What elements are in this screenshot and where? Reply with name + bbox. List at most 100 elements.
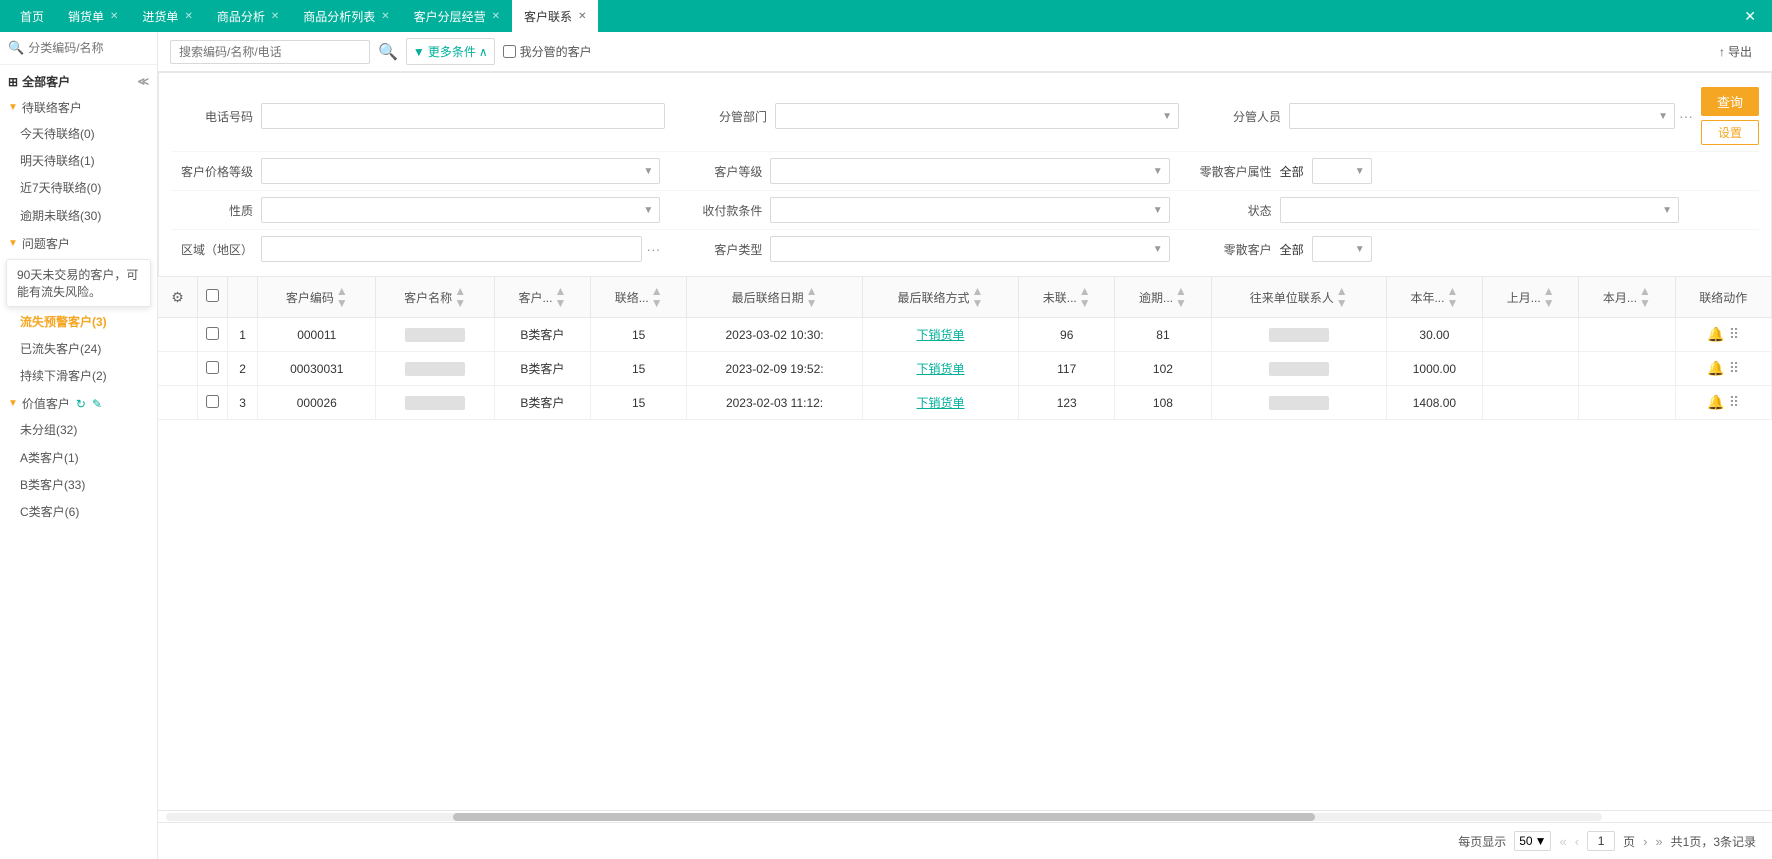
sidebar-group-problem[interactable]: ▼ 问题客户 [0,230,157,257]
th-last-way[interactable]: 最后联络方式▲▼ [862,277,1018,318]
nature-select[interactable]: ▼ [261,197,660,223]
sidebar-all-customers-header[interactable]: ⊞ 全部客户 ≪ [0,65,157,94]
th-type[interactable]: 客户...▲▼ [494,277,590,318]
th-overdue[interactable]: 逾期...▲▼ [1115,277,1211,318]
action-contact-icon[interactable]: 🔔 [1707,394,1724,411]
scrollbar-thumb[interactable] [453,813,1315,821]
row-checkbox[interactable] [206,361,219,374]
th-code[interactable]: 客户编码▲▼ [258,277,376,318]
close-analysis-icon[interactable]: ✕ [271,11,279,22]
close-sales-icon[interactable]: ✕ [110,11,118,22]
sidebar-item-ungrouped[interactable]: 未分组(32) [0,417,157,444]
sort-name-icon[interactable]: ▲▼ [454,285,466,309]
last-way-link[interactable]: 下销货单 [916,396,964,410]
close-analysis-list-icon[interactable]: ✕ [381,11,389,22]
th-uncontacted[interactable]: 未联...▲▼ [1019,277,1115,318]
sidebar-item-today[interactable]: 今天待联络(0) [0,121,157,148]
sidebar-item-churned[interactable]: 已流失客户(24) [0,336,157,363]
sidebar-group-pending[interactable]: ▼ 待联络客户 [0,94,157,121]
sort-tmonth-icon[interactable]: ▲▼ [1639,285,1651,309]
action-more-icon[interactable]: ⠿ [1729,326,1739,343]
phone-input[interactable] [261,103,665,129]
my-customers-checkbox-label[interactable]: 我分管的客户 [503,43,592,60]
manager-select[interactable]: ▼ [1289,103,1675,129]
region-more-icon[interactable]: ··· [646,241,660,257]
row-checkbox-cell[interactable] [198,318,228,352]
nav-analysis-list[interactable]: 商品分析列表 ✕ [291,0,401,32]
sort-code-icon[interactable]: ▲▼ [336,285,348,309]
search-input[interactable] [170,40,370,64]
close-customer-tier-icon[interactable]: ✕ [492,11,500,22]
th-last-month[interactable]: 上月...▲▼ [1483,277,1579,318]
customer-level-select[interactable]: ▼ [770,158,1169,184]
sort-contacts-icon[interactable]: ▲▼ [651,285,663,309]
horizontal-scrollbar[interactable] [158,810,1772,822]
th-gear[interactable]: ⚙ [158,277,198,318]
th-checkbox[interactable] [198,277,228,318]
price-level-select[interactable]: ▼ [261,158,660,184]
sidebar-search-input[interactable] [28,41,158,55]
action-more-icon[interactable]: ⠿ [1729,394,1739,411]
th-name[interactable]: 客户名称▲▼ [376,277,494,318]
nav-customer-contact[interactable]: 客户联系 ✕ [512,0,598,32]
retail-select[interactable]: ▼ [1312,236,1372,262]
sort-uncontacted-icon[interactable]: ▲▼ [1079,285,1091,309]
nav-sales[interactable]: 销货单 ✕ [56,0,130,32]
sort-overdue-icon[interactable]: ▲▼ [1175,285,1187,309]
sidebar-item-c-class[interactable]: C类客户(6) [0,499,157,526]
th-this-month[interactable]: 本月...▲▼ [1579,277,1675,318]
customer-type-select[interactable]: ▼ [770,236,1169,262]
nav-customer-tier[interactable]: 客户分层经营 ✕ [402,0,512,32]
close-all-button[interactable]: ✕ [1736,8,1764,25]
manager-more-icon[interactable]: ··· [1679,108,1693,124]
more-conditions-button[interactable]: ▼ 更多条件 ∧ [406,38,495,65]
region-input[interactable] [261,236,642,262]
sidebar-item-b-class[interactable]: B类客户(33) [0,472,157,499]
sort-lmonth-icon[interactable]: ▲▼ [1543,285,1555,309]
last-page-button[interactable]: » [1655,834,1662,849]
close-customer-contact-icon[interactable]: ✕ [578,11,586,22]
next-page-button[interactable]: › [1643,834,1647,849]
nav-analysis[interactable]: 商品分析 ✕ [205,0,291,32]
th-last-date[interactable]: 最后联络日期▲▼ [687,277,863,318]
action-contact-icon[interactable]: 🔔 [1707,360,1724,377]
settings-button[interactable]: 设置 [1701,120,1759,145]
current-page-input[interactable]: 1 [1587,831,1615,851]
gear-icon[interactable]: ⚙ [171,289,184,305]
search-button[interactable]: 🔍 [378,42,398,62]
payment-select[interactable]: ▼ [770,197,1169,223]
sort-type-icon[interactable]: ▲▼ [554,285,566,309]
sidebar-item-churn-warning[interactable]: 流失预警客户(3) [0,309,157,336]
row-checkbox-cell[interactable] [198,352,228,386]
sort-year-icon[interactable]: ▲▼ [1446,285,1458,309]
collapse-icon[interactable]: ≪ [137,75,149,88]
sort-unit-icon[interactable]: ▲▼ [1336,285,1348,309]
sidebar-item-tomorrow[interactable]: 明天待联络(1) [0,148,157,175]
last-way-link[interactable]: 下销货单 [916,362,964,376]
prev-page-button[interactable]: ‹ [1575,834,1579,849]
select-all-checkbox[interactable] [206,289,219,302]
edit-icon[interactable]: ✎ [92,397,102,411]
sort-date-icon[interactable]: ▲▼ [806,285,818,309]
status-select[interactable]: ▼ [1280,197,1679,223]
sidebar-item-overdue[interactable]: 逾期未联络(30) [0,203,157,230]
last-way-link[interactable]: 下销货单 [916,328,964,342]
action-more-icon[interactable]: ⠿ [1729,360,1739,377]
nav-purchase[interactable]: 进货单 ✕ [130,0,204,32]
row-checkbox[interactable] [206,327,219,340]
th-this-year[interactable]: 本年...▲▼ [1386,277,1482,318]
row-checkbox[interactable] [206,395,219,408]
action-contact-icon[interactable]: 🔔 [1707,326,1724,343]
th-contacts[interactable]: 联络...▲▼ [591,277,687,318]
row-last-way[interactable]: 下销货单 [862,318,1018,352]
row-checkbox-cell[interactable] [198,386,228,420]
retail-attr-select[interactable]: ▼ [1312,158,1372,184]
my-customers-checkbox[interactable] [503,45,516,58]
close-purchase-icon[interactable]: ✕ [184,11,192,22]
first-page-button[interactable]: « [1559,834,1566,849]
row-last-way[interactable]: 下销货单 [862,386,1018,420]
sidebar-item-7days[interactable]: 近7天待联络(0) [0,175,157,202]
sidebar-item-declining[interactable]: 持续下滑客户(2) [0,363,157,390]
th-unit-contact[interactable]: 往来单位联系人▲▼ [1211,277,1386,318]
page-size-select[interactable]: 50 ▼ [1514,831,1551,851]
